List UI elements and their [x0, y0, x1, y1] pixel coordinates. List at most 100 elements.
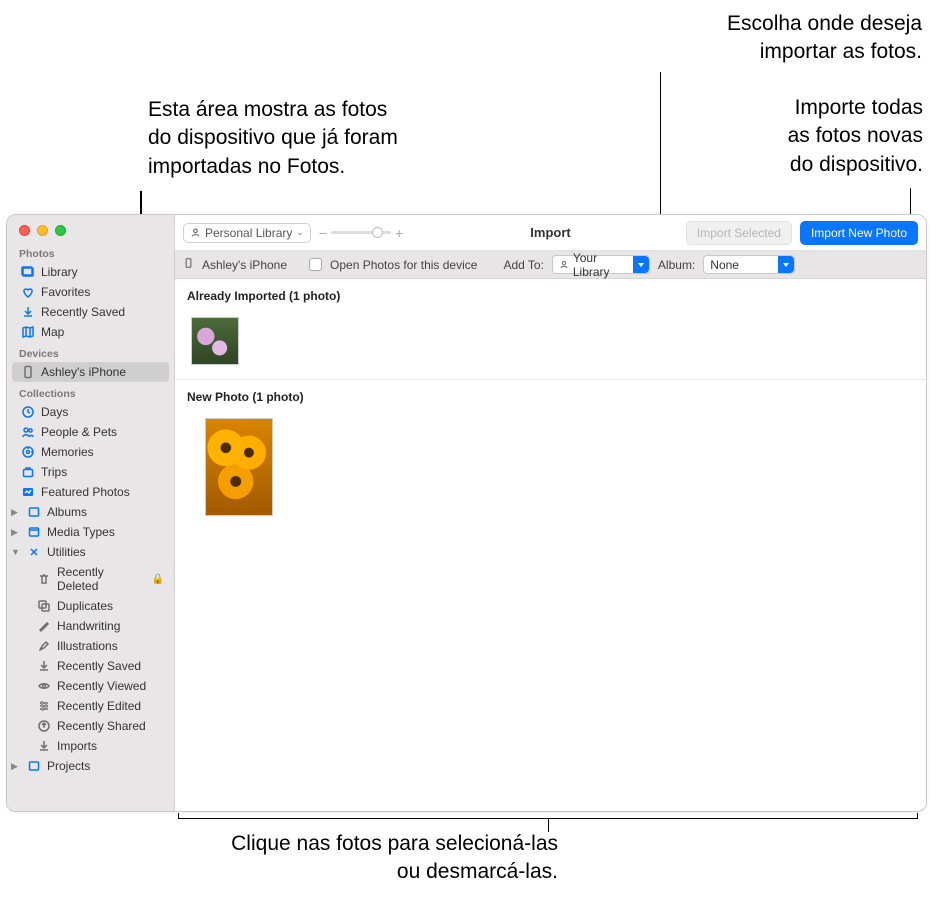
sidebar-item-label: Featured Photos	[41, 485, 130, 499]
share-icon	[37, 719, 51, 733]
sidebar-item-label: Recently Viewed	[57, 679, 146, 693]
sidebar-item-recently-shared[interactable]: Recently Shared	[7, 716, 174, 736]
add-to-value: Your Library	[573, 251, 631, 279]
import-selected-button[interactable]: Import Selected	[686, 221, 792, 245]
phone-icon	[21, 365, 35, 379]
sidebar-item-days[interactable]: Days	[7, 402, 174, 422]
new-photo-row	[175, 410, 926, 530]
sidebar-item-recently-saved-u[interactable]: Recently Saved	[7, 656, 174, 676]
zoom-plus-icon: +	[395, 225, 403, 241]
sidebar-section-photos: Photos	[7, 242, 174, 262]
suitcase-icon	[21, 465, 35, 479]
sidebar-item-label: Albums	[47, 505, 87, 519]
chevron-updown-icon: ⌄	[296, 227, 304, 238]
duplicates-icon	[37, 599, 51, 613]
media-icon	[27, 525, 41, 539]
window-controls	[7, 215, 174, 242]
sidebar-item-device[interactable]: Ashley's iPhone	[12, 362, 169, 382]
featured-icon	[21, 485, 35, 499]
sidebar-item-label: Duplicates	[57, 599, 113, 613]
album-label: Album:	[658, 258, 695, 272]
sidebar-item-favorites[interactable]: Favorites	[7, 282, 174, 302]
import-new-button[interactable]: Import New Photo	[800, 221, 918, 245]
clock-icon	[21, 405, 35, 419]
maximize-button[interactable]	[55, 225, 66, 236]
utilities-icon	[27, 545, 41, 559]
download-icon	[21, 305, 35, 319]
zoom-slider[interactable]: − +	[319, 225, 403, 241]
sidebar-item-label: Memories	[41, 445, 94, 459]
zoom-minus-icon: −	[319, 225, 327, 241]
callout-line	[548, 818, 549, 832]
sidebar-item-duplicates[interactable]: Duplicates	[7, 596, 174, 616]
open-photos-label: Open Photos for this device	[330, 258, 477, 272]
chevron-down-icon: ▼	[11, 547, 21, 557]
people-icon	[21, 425, 35, 439]
sidebar-item-handwriting[interactable]: Handwriting	[7, 616, 174, 636]
dropdown-arrow-icon	[633, 256, 649, 273]
sidebar-item-media-types[interactable]: ▶ Media Types	[7, 522, 174, 542]
download-icon	[37, 659, 51, 673]
zoom-thumb[interactable]	[372, 227, 383, 238]
sidebar-item-recently-edited[interactable]: Recently Edited	[7, 696, 174, 716]
sidebar-item-projects[interactable]: ▶ Projects	[7, 756, 174, 776]
library-picker[interactable]: Personal Library ⌄	[183, 223, 311, 243]
sidebar-section-devices: Devices	[7, 342, 174, 362]
main-pane: Personal Library ⌄ − + Import Import Sel…	[175, 215, 926, 811]
sidebar-item-label: Library	[41, 265, 78, 279]
photos-window: Photos Library Favorites Recently Saved …	[6, 214, 927, 812]
minimize-button[interactable]	[37, 225, 48, 236]
sidebar-item-memories[interactable]: Memories	[7, 442, 174, 462]
chevron-right-icon: ▶	[11, 527, 21, 538]
lock-icon: 🔒	[152, 574, 164, 585]
sidebar-item-label: Recently Deleted	[57, 565, 146, 593]
sidebar-item-albums[interactable]: ▶ Albums	[7, 502, 174, 522]
callout-line	[917, 813, 918, 819]
photo-thumbnail[interactable]	[205, 418, 273, 516]
sidebar-item-recently-saved[interactable]: Recently Saved	[7, 302, 174, 322]
sidebar-item-people-pets[interactable]: People & Pets	[7, 422, 174, 442]
sidebar-item-label: Illustrations	[57, 639, 118, 653]
sidebar-item-label: Recently Saved	[41, 305, 125, 319]
photo-thumbnail[interactable]	[191, 317, 239, 365]
sidebar-item-illustrations[interactable]: Illustrations	[7, 636, 174, 656]
library-label: Personal Library	[205, 226, 292, 240]
album-value: None	[710, 258, 739, 272]
sidebar-item-imports[interactable]: Imports	[7, 736, 174, 756]
sidebar-section-collections: Collections	[7, 382, 174, 402]
already-imported-header: Already Imported (1 photo)	[175, 279, 926, 309]
annotation-choose-destination: Escolha onde deseja importar as fotos.	[642, 10, 922, 67]
memories-icon	[21, 445, 35, 459]
window-title: Import	[530, 225, 570, 240]
annotation-import-all: Importe todas as fotos novas do disposit…	[708, 94, 923, 179]
sidebar-item-label: People & Pets	[41, 425, 117, 439]
phone-icon	[183, 256, 194, 273]
close-button[interactable]	[19, 225, 30, 236]
sidebar-item-library[interactable]: Library	[7, 262, 174, 282]
sidebar-item-utilities[interactable]: ▼ Utilities	[7, 542, 174, 562]
add-to-select[interactable]: Your Library	[552, 255, 650, 274]
import-icon	[37, 739, 51, 753]
sidebar-item-featured[interactable]: Featured Photos	[7, 482, 174, 502]
sidebar-item-recently-viewed[interactable]: Recently Viewed	[7, 676, 174, 696]
sidebar-item-recently-deleted[interactable]: Recently Deleted 🔒	[7, 562, 174, 596]
sidebar-item-label: Recently Saved	[57, 659, 141, 673]
open-photos-checkbox[interactable]	[309, 258, 322, 271]
album-icon	[27, 505, 41, 519]
annotation-already-imported: Esta área mostra as fotos do dispositivo…	[148, 96, 468, 181]
library-icon	[21, 265, 35, 279]
sidebar-item-trips[interactable]: Trips	[7, 462, 174, 482]
sidebar-item-label: Media Types	[47, 525, 115, 539]
sidebar-item-label: Recently Shared	[57, 719, 146, 733]
sidebar-item-label: Favorites	[41, 285, 90, 299]
sidebar-item-map[interactable]: Map	[7, 322, 174, 342]
eye-icon	[37, 679, 51, 693]
new-photo-header: New Photo (1 photo)	[175, 380, 926, 410]
toolbar: Personal Library ⌄ − + Import Import Sel…	[175, 215, 926, 251]
album-select[interactable]: None	[703, 255, 795, 274]
sidebar-item-label: Imports	[57, 739, 97, 753]
already-imported-row	[175, 309, 926, 379]
annotation-click-select: Clique nas fotos para selecioná-las ou d…	[78, 830, 558, 887]
add-to-label: Add To:	[503, 258, 543, 272]
zoom-track[interactable]	[331, 231, 391, 234]
